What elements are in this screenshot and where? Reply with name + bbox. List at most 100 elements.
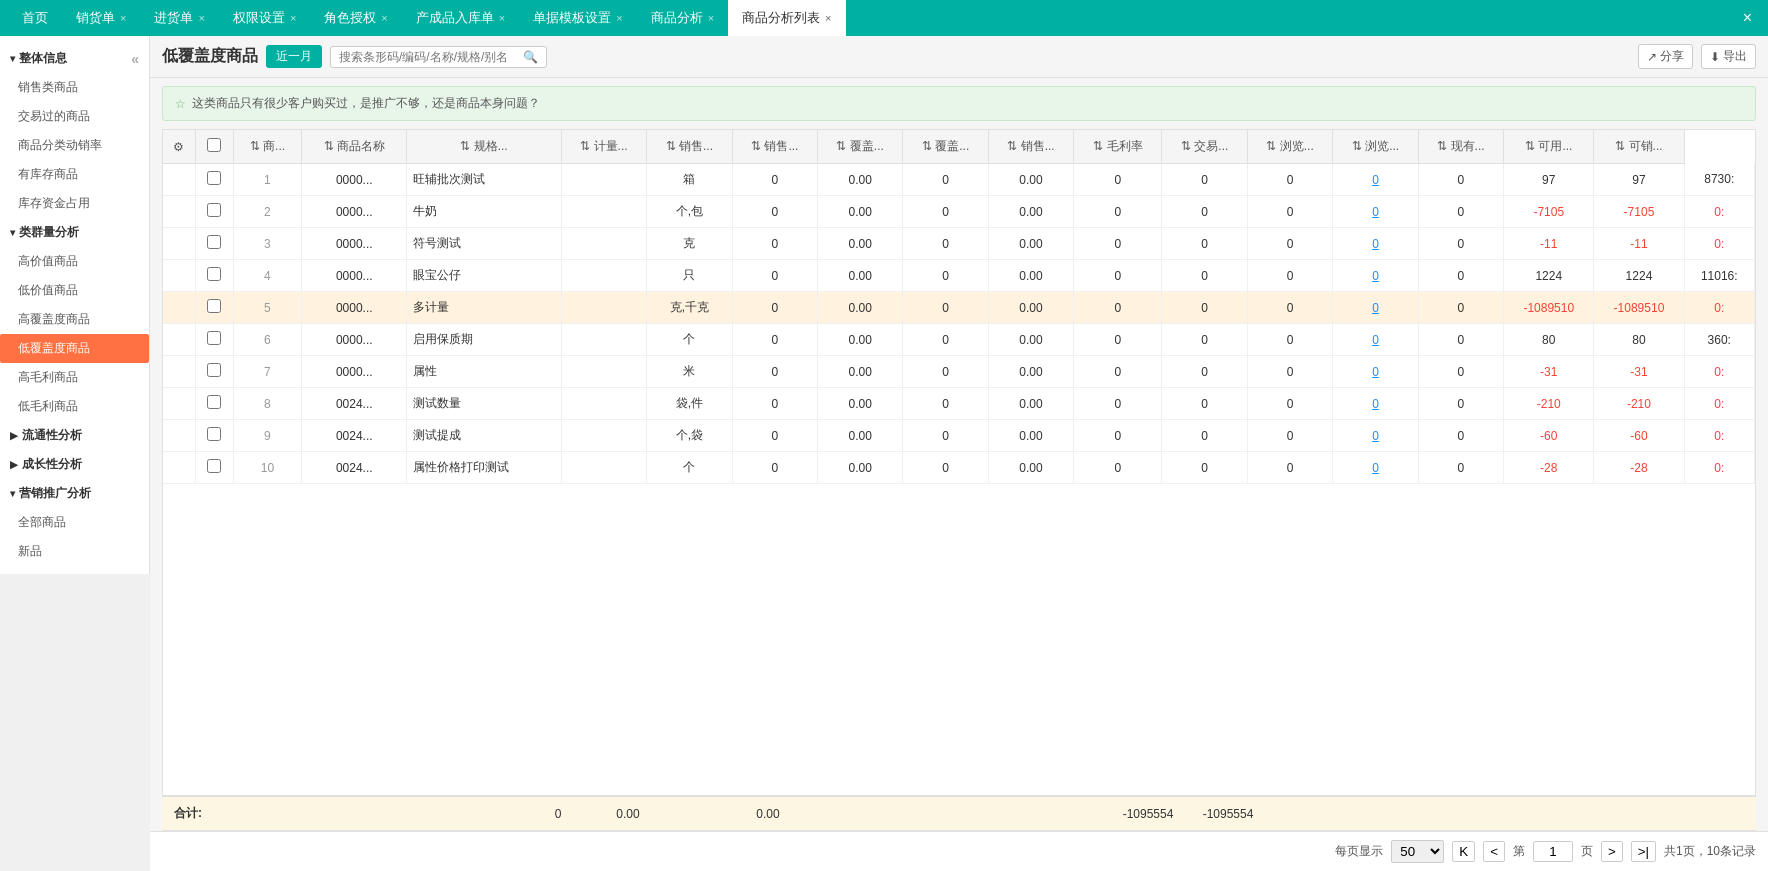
sidebar-collapse-icon[interactable]: « [131, 51, 139, 67]
search-icon[interactable]: 🔍 [523, 50, 538, 64]
current-stock-column-header[interactable]: ⇅ 现有... [1418, 130, 1503, 164]
select-all-checkbox[interactable] [207, 138, 221, 152]
nav-permission[interactable]: 权限设置 × [219, 0, 310, 36]
sidebar-item-low-value[interactable]: 低价值商品 [0, 276, 149, 305]
sidebar-item-high-value[interactable]: 高价值商品 [0, 247, 149, 276]
nav-goods-analysis-close[interactable]: × [708, 12, 714, 24]
nav-goods-analysis-list[interactable]: 商品分析列表 × [728, 0, 845, 36]
export-button[interactable]: ⬇ 导出 [1701, 44, 1756, 69]
row-browse1[interactable]: 0 [1333, 228, 1418, 260]
browse2-column-header[interactable]: ⇅ 浏览... [1333, 130, 1418, 164]
sidebar-item-low-profit[interactable]: 低毛利商品 [0, 392, 149, 421]
row-browse1[interactable]: 0 [1333, 260, 1418, 292]
row-checkbox[interactable] [195, 420, 233, 452]
available-stock-column-header[interactable]: ⇅ 可用... [1504, 130, 1594, 164]
nav-purchase-order[interactable]: 进货单 × [140, 0, 218, 36]
nav-product-entry[interactable]: 产成品入库单 × [402, 0, 519, 36]
sidebar-group-cluster[interactable]: ▾ 类群量分析 [0, 218, 149, 247]
row-browse1[interactable]: 0 [1333, 452, 1418, 484]
sidebar-group-flow[interactable]: ▶ 流通性分析 [0, 421, 149, 450]
period-button[interactable]: 近一月 [266, 45, 322, 68]
row-checkbox[interactable] [195, 324, 233, 356]
sales-amount-column-header[interactable]: ⇅ 销售... [732, 130, 817, 164]
row-select-checkbox[interactable] [207, 395, 221, 409]
sales-other-column-header[interactable]: ⇅ 销售... [988, 130, 1073, 164]
per-page-select[interactable]: 50 20 100 [1391, 840, 1444, 863]
nav-home[interactable]: 首页 [8, 0, 62, 36]
row-select-checkbox[interactable] [207, 203, 221, 217]
share-button[interactable]: ↗ 分享 [1638, 44, 1693, 69]
sidebar-item-sales-goods[interactable]: 销售类商品 [0, 73, 149, 102]
row-name: 测试提成 [407, 420, 561, 452]
sidebar-item-high-coverage[interactable]: 高覆盖度商品 [0, 305, 149, 334]
row-select-checkbox[interactable] [207, 331, 221, 345]
sidebar-item-all-goods[interactable]: 全部商品 [0, 508, 149, 537]
last-page-button[interactable]: >| [1631, 841, 1656, 862]
saleable-column-header[interactable]: ⇅ 可销... [1594, 130, 1684, 164]
row-checkbox[interactable] [195, 388, 233, 420]
nav-permission-close[interactable]: × [290, 12, 296, 24]
row-browse1[interactable]: 0 [1333, 420, 1418, 452]
search-input[interactable] [339, 50, 519, 64]
sidebar-item-in-stock[interactable]: 有库存商品 [0, 160, 149, 189]
row-browse1[interactable]: 0 [1333, 388, 1418, 420]
row-checkbox[interactable] [195, 452, 233, 484]
row-checkbox[interactable] [195, 196, 233, 228]
row-checkbox[interactable] [195, 228, 233, 260]
row-select-checkbox[interactable] [207, 267, 221, 281]
nav-template-close[interactable]: × [616, 12, 622, 24]
row-checkbox[interactable] [195, 292, 233, 324]
row-browse1[interactable]: 0 [1333, 356, 1418, 388]
row-select-checkbox[interactable] [207, 171, 221, 185]
coverage1-column-header[interactable]: ⇅ 覆盖... [817, 130, 902, 164]
browse1-column-header[interactable]: ⇅ 浏览... [1247, 130, 1332, 164]
checkbox-column-header[interactable] [195, 130, 233, 164]
nav-purchase-order-close[interactable]: × [198, 12, 204, 24]
row-select-checkbox[interactable] [207, 427, 221, 441]
name-column-header[interactable]: ⇅ 商品名称 [302, 130, 407, 164]
sidebar-item-low-coverage[interactable]: 低覆盖度商品 [0, 334, 149, 363]
nav-role[interactable]: 角色授权 × [310, 0, 401, 36]
row-select-checkbox[interactable] [207, 235, 221, 249]
gross-rate-column-header[interactable]: ⇅ 毛利率 [1074, 130, 1162, 164]
nav-goods-analysis[interactable]: 商品分析 × [637, 0, 728, 36]
row-checkbox[interactable] [195, 356, 233, 388]
row-browse1[interactable]: 0 [1333, 164, 1418, 196]
app-close-button[interactable]: × [1735, 9, 1760, 27]
row-available-stock: -28 [1594, 452, 1684, 484]
row-checkbox[interactable] [195, 260, 233, 292]
row-select-checkbox[interactable] [207, 363, 221, 377]
sidebar-group-marketing[interactable]: ▾ 营销推广分析 [0, 479, 149, 508]
footer-cov2: 0.00 [728, 807, 808, 821]
sales-count-column-header[interactable]: ⇅ 销售... [647, 130, 732, 164]
nav-role-close[interactable]: × [381, 12, 387, 24]
sidebar-item-category-rate[interactable]: 商品分类动销率 [0, 131, 149, 160]
sidebar-group-overall[interactable]: ▾ 整体信息 « [0, 44, 149, 73]
first-page-button[interactable]: K [1452, 841, 1475, 862]
sidebar-item-high-profit[interactable]: 高毛利商品 [0, 363, 149, 392]
row-select-checkbox[interactable] [207, 299, 221, 313]
sidebar-item-new-goods[interactable]: 新品 [0, 537, 149, 566]
nav-sales-order-close[interactable]: × [120, 12, 126, 24]
row-browse1[interactable]: 0 [1333, 292, 1418, 324]
nav-sales-order[interactable]: 销货单 × [62, 0, 140, 36]
nav-template[interactable]: 单据模板设置 × [519, 0, 636, 36]
row-browse1[interactable]: 0 [1333, 196, 1418, 228]
spec-column-header[interactable]: ⇅ 规格... [407, 130, 561, 164]
code-column-header[interactable]: ⇅ 商... [233, 130, 301, 164]
page-input[interactable] [1533, 841, 1573, 862]
sidebar-item-traded-goods[interactable]: 交易过的商品 [0, 102, 149, 131]
nav-goods-analysis-list-close[interactable]: × [825, 12, 831, 24]
trade-column-header[interactable]: ⇅ 交易... [1162, 130, 1247, 164]
sidebar-group-growth[interactable]: ▶ 成长性分析 [0, 450, 149, 479]
sidebar-item-stock-capital[interactable]: 库存资金占用 [0, 189, 149, 218]
next-page-button[interactable]: > [1601, 841, 1623, 862]
row-select-checkbox[interactable] [207, 459, 221, 473]
nav-product-entry-close[interactable]: × [499, 12, 505, 24]
settings-column-header[interactable]: ⚙ [163, 130, 195, 164]
row-browse1[interactable]: 0 [1333, 324, 1418, 356]
coverage2-column-header[interactable]: ⇅ 覆盖... [903, 130, 988, 164]
prev-page-button[interactable]: < [1483, 841, 1505, 862]
unit-column-header[interactable]: ⇅ 计量... [561, 130, 646, 164]
row-checkbox[interactable] [195, 164, 233, 196]
